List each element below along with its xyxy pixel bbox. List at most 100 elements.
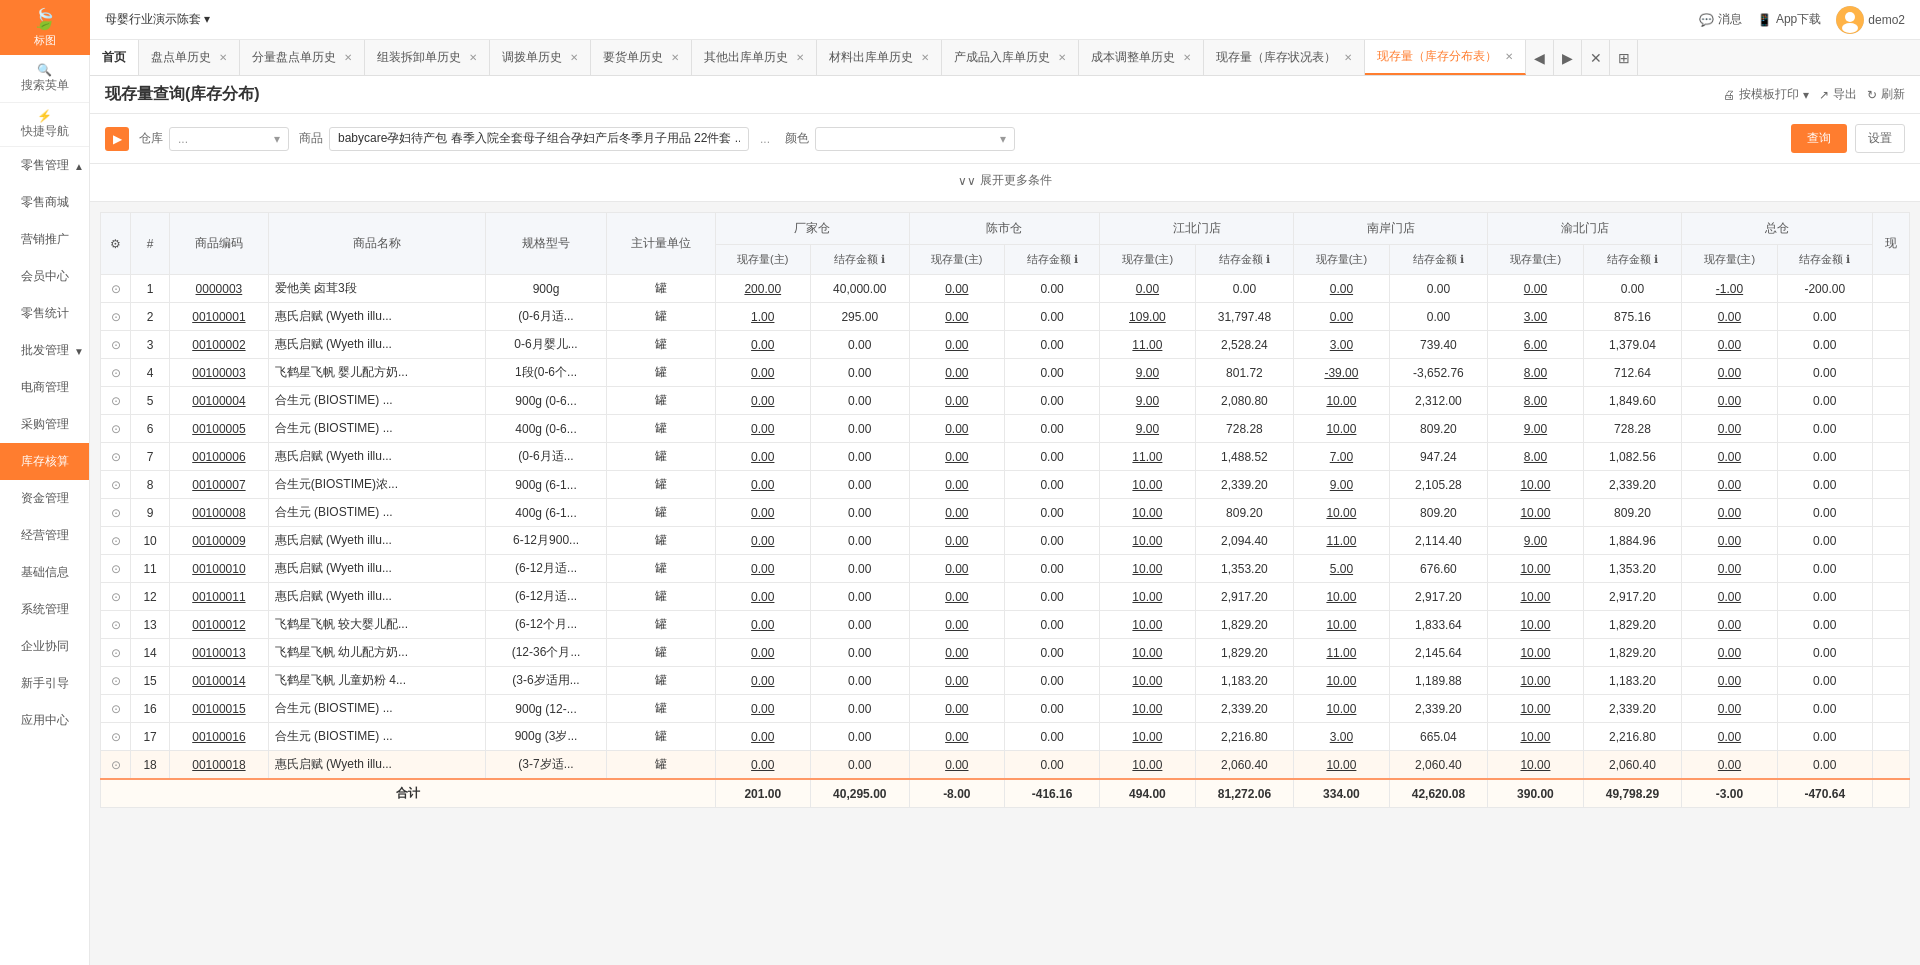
row-code[interactable]: 00100008 <box>170 499 269 527</box>
tab-combo[interactable]: 组装拆卸单历史 ✕ <box>365 40 490 75</box>
row-fac-stock[interactable]: 0.00 <box>715 443 810 471</box>
gear-header[interactable]: ⚙ <box>101 213 131 275</box>
row-na-stock[interactable]: 10.00 <box>1294 611 1389 639</box>
tab-close-material-out[interactable]: ✕ <box>921 52 929 63</box>
row-code[interactable]: 00100006 <box>170 443 269 471</box>
row-fac-stock[interactable]: 1.00 <box>715 303 810 331</box>
row-gear[interactable]: ⊙ <box>101 443 131 471</box>
tab-other-out[interactable]: 其他出库单历史 ✕ <box>692 40 817 75</box>
row-fac-stock[interactable]: 0.00 <box>715 723 810 751</box>
row-code[interactable]: 00100002 <box>170 331 269 359</box>
row-code[interactable]: 00100010 <box>170 555 269 583</box>
sidebar-item-enterprise[interactable]: 企业协同 <box>0 628 89 665</box>
row-yb-stock[interactable]: 8.00 <box>1488 443 1583 471</box>
tab-close-combo[interactable]: ✕ <box>469 52 477 63</box>
product-dots-btn[interactable]: ... <box>755 132 775 146</box>
row-chen-stock[interactable]: 0.00 <box>909 387 1004 415</box>
search-toggle-btn[interactable]: ▶ <box>105 127 129 151</box>
sidebar-logo[interactable]: 🍃 标图 <box>0 0 90 55</box>
user-menu-btn[interactable]: demo2 <box>1836 6 1905 34</box>
row-chen-stock[interactable]: 0.00 <box>909 611 1004 639</box>
sidebar-item-retail-stat[interactable]: 零售统计 <box>0 295 89 332</box>
row-jb-stock[interactable]: 10.00 <box>1100 527 1195 555</box>
row-na-stock[interactable]: 3.00 <box>1294 723 1389 751</box>
row-code[interactable]: 00100014 <box>170 667 269 695</box>
row-code[interactable]: 00100001 <box>170 303 269 331</box>
print-btn[interactable]: 🖨 按模板打印 ▾ <box>1723 86 1809 103</box>
row-fac-stock[interactable]: 0.00 <box>715 611 810 639</box>
sidebar-item-finance[interactable]: 资金管理 <box>0 480 89 517</box>
row-gear[interactable]: ⊙ <box>101 471 131 499</box>
row-fac-stock[interactable]: 0.00 <box>715 667 810 695</box>
row-gear[interactable]: ⊙ <box>101 275 131 303</box>
row-jb-stock[interactable]: 10.00 <box>1100 639 1195 667</box>
sidebar-item-nav[interactable]: ⚡ 快捷导航 <box>0 103 89 147</box>
row-gear[interactable]: ⊙ <box>101 751 131 780</box>
sidebar-item-basics[interactable]: 基础信息 <box>0 554 89 591</box>
sidebar-item-operations[interactable]: 经营管理 <box>0 517 89 554</box>
tab-cost-adjust[interactable]: 成本调整单历史 ✕ <box>1079 40 1204 75</box>
row-total-stock[interactable]: 0.00 <box>1682 415 1777 443</box>
row-total-stock[interactable]: 0.00 <box>1682 667 1777 695</box>
tab-close-stock-status[interactable]: ✕ <box>1344 52 1352 63</box>
row-gear[interactable]: ⊙ <box>101 723 131 751</box>
row-na-stock[interactable]: 10.00 <box>1294 667 1389 695</box>
row-jb-stock[interactable]: 10.00 <box>1100 611 1195 639</box>
row-fac-stock[interactable]: 0.00 <box>715 555 810 583</box>
sidebar-item-marketing[interactable]: 营销推广 <box>0 221 89 258</box>
row-chen-stock[interactable]: 0.00 <box>909 527 1004 555</box>
row-total-stock[interactable]: 0.00 <box>1682 331 1777 359</box>
row-total-stock[interactable]: 0.00 <box>1682 471 1777 499</box>
row-jb-stock[interactable]: 11.00 <box>1100 331 1195 359</box>
tab-transfer[interactable]: 调拨单历史 ✕ <box>490 40 591 75</box>
setting-button[interactable]: 设置 <box>1855 124 1905 153</box>
sidebar-item-app-center[interactable]: 应用中心 <box>0 702 89 739</box>
row-na-stock[interactable]: 10.00 <box>1294 751 1389 780</box>
row-na-stock[interactable]: 10.00 <box>1294 499 1389 527</box>
row-na-stock[interactable]: 10.00 <box>1294 583 1389 611</box>
row-total-stock[interactable]: 0.00 <box>1682 751 1777 780</box>
row-code[interactable]: 00100007 <box>170 471 269 499</box>
row-gear[interactable]: ⊙ <box>101 611 131 639</box>
row-code[interactable]: 0000003 <box>170 275 269 303</box>
row-gear[interactable]: ⊙ <box>101 303 131 331</box>
row-fac-stock[interactable]: 0.00 <box>715 331 810 359</box>
row-chen-stock[interactable]: 0.00 <box>909 275 1004 303</box>
row-gear[interactable]: ⊙ <box>101 387 131 415</box>
tab-close-other-out[interactable]: ✕ <box>796 52 804 63</box>
row-yb-stock[interactable]: 10.00 <box>1488 723 1583 751</box>
row-na-stock[interactable]: 11.00 <box>1294 527 1389 555</box>
row-yb-stock[interactable]: 0.00 <box>1488 275 1583 303</box>
row-jb-stock[interactable]: 10.00 <box>1100 555 1195 583</box>
product-input[interactable] <box>329 127 749 151</box>
row-jb-stock[interactable]: 10.00 <box>1100 583 1195 611</box>
row-code[interactable]: 00100011 <box>170 583 269 611</box>
industry-selector[interactable]: 母婴行业演示陈套 ▾ <box>105 11 210 28</box>
row-chen-stock[interactable]: 0.00 <box>909 639 1004 667</box>
row-chen-stock[interactable]: 0.00 <box>909 471 1004 499</box>
row-gear[interactable]: ⊙ <box>101 359 131 387</box>
row-na-stock[interactable]: 10.00 <box>1294 387 1389 415</box>
query-button[interactable]: 查询 <box>1791 124 1847 153</box>
row-fac-stock[interactable]: 0.00 <box>715 387 810 415</box>
row-chen-stock[interactable]: 0.00 <box>909 695 1004 723</box>
row-chen-stock[interactable]: 0.00 <box>909 415 1004 443</box>
row-jb-stock[interactable]: 10.00 <box>1100 471 1195 499</box>
row-fac-stock[interactable]: 0.00 <box>715 415 810 443</box>
row-na-stock[interactable]: 7.00 <box>1294 443 1389 471</box>
sidebar-item-ecommerce[interactable]: 电商管理 <box>0 369 89 406</box>
row-na-stock[interactable]: 9.00 <box>1294 471 1389 499</box>
row-yb-stock[interactable]: 8.00 <box>1488 359 1583 387</box>
row-yb-stock[interactable]: 3.00 <box>1488 303 1583 331</box>
row-total-stock[interactable]: 0.00 <box>1682 611 1777 639</box>
row-total-stock[interactable]: 0.00 <box>1682 387 1777 415</box>
row-fac-stock[interactable]: 0.00 <box>715 527 810 555</box>
row-gear[interactable]: ⊙ <box>101 667 131 695</box>
tab-close-stock-dist[interactable]: ✕ <box>1505 51 1513 62</box>
row-na-stock[interactable]: 0.00 <box>1294 303 1389 331</box>
row-na-stock[interactable]: 5.00 <box>1294 555 1389 583</box>
tab-spot-history[interactable]: 盘点单历史 ✕ <box>139 40 240 75</box>
row-na-stock[interactable]: 11.00 <box>1294 639 1389 667</box>
row-fac-stock[interactable]: 0.00 <box>715 471 810 499</box>
sidebar-item-system[interactable]: 系统管理 <box>0 591 89 628</box>
